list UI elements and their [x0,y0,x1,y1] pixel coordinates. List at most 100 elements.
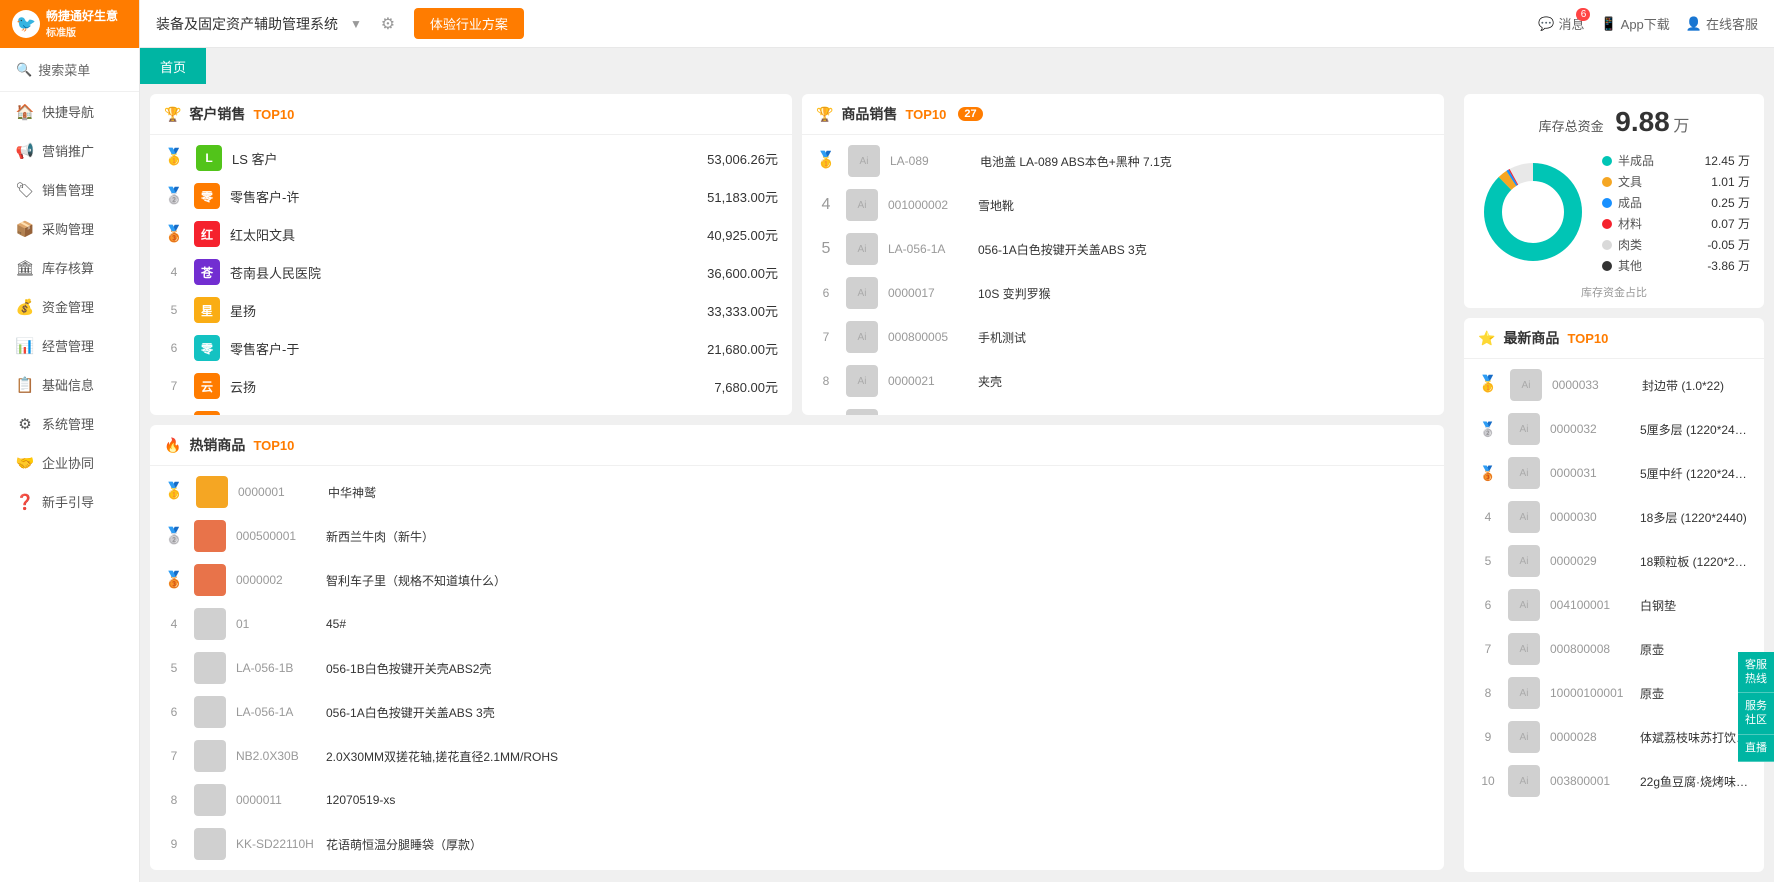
customer-value-7: 7,680.00元 [714,377,778,396]
app-download-label: App下载 [1621,14,1670,33]
customer-name-4: 苍南县人民医院 [230,263,697,282]
hot-thumb-2 [194,520,226,552]
prod-medal-1: 🥇 [816,150,838,172]
prod-thumb-5: Ai [846,321,878,353]
new-thumb-6: Ai [1508,589,1540,621]
new-thumb-4: Ai [1508,501,1540,533]
sidebar-item-sales[interactable]: 🏷 销售管理 [0,170,139,209]
new-num-4: 4 [1478,507,1498,527]
float-btn-live[interactable]: 直播 [1738,735,1774,762]
prod-thumb-2: Ai [846,189,878,221]
customer-avatar-5: 星 [194,297,220,323]
trophy-icon: 🏆 [164,106,181,123]
new-medal-2: 🥈 [1478,419,1498,439]
new-thumb-8: Ai [1508,677,1540,709]
inventory-chart-label: 库存资金占比 [1464,284,1764,308]
new-code-7: 000800008 [1550,642,1630,656]
sidebar-item-system[interactable]: ⚙ 系统管理 [0,404,139,443]
legend-dot-3 [1602,219,1612,229]
basic-icon: 📋 [16,376,34,394]
app-download-item[interactable]: 📱 App下载 [1600,14,1669,33]
customer-avatar-2: 零 [194,183,220,209]
float-btn-community[interactable]: 服务社区 [1738,693,1774,735]
customer-name-8: 肖总 [230,415,704,416]
new-name-4: 18多层 (1220*2440) [1640,509,1750,526]
legend-val-5: -3.86 万 [1707,257,1750,274]
customer-rank-item-8: 8 肖 肖总 7,563.00元 [150,405,792,415]
donut-chart [1478,157,1588,270]
hot-num-5: 5 [164,658,184,678]
settings-icon[interactable]: ⚙ [374,10,402,38]
customer-rank-item-3: 🥉 红 红太阳文具 40,925.00元 [150,215,792,253]
rank-medal-3: 🥉 [164,224,184,244]
content-area: 🏆 客户销售 TOP10 🥇 L LS 客户 53,006.26元 [140,84,1774,882]
new-code-5: 0000029 [1550,554,1630,568]
new-thumb-9: Ai [1508,721,1540,753]
legend-dot-4 [1602,240,1612,250]
sidebar-item-guide[interactable]: ❓ 新手引导 [0,482,139,521]
sidebar-item-quick-nav[interactable]: 🏠 快捷导航 [0,92,139,131]
hot-item-9: 9 KK-SD22110H 花语萌恒温分腿睡袋（厚款） [150,822,1444,866]
product-rank-item-2: 4 Ai 001000002 雪地靴 [802,183,1444,227]
customer-value-3: 40,925.00元 [707,225,778,244]
trial-button[interactable]: 体验行业方案 [414,8,524,39]
legend-name-0: 半成品 [1618,152,1699,169]
prod-code-5: 000800005 [888,330,968,344]
customer-top10-label: TOP10 [253,107,294,122]
hot-code-8: 0000011 [236,793,316,807]
rank-num-8: 8 [164,414,184,415]
rank-num-7: 7 [164,376,184,396]
sidebar-item-finance[interactable]: 💰 资金管理 [0,287,139,326]
prod-code-3: LA-056-1A [888,242,968,256]
new-code-4: 0000030 [1550,510,1630,524]
hot-code-2: 000500001 [236,529,316,543]
prod-desc-6: 夹壳 [978,373,1430,390]
nav-label-guide: 新手引导 [42,492,94,511]
new-item-7: 7 Ai 000800008 原壶 [1464,627,1764,671]
prod-medal-3: 5 [816,239,836,259]
rank-num-5: 5 [164,300,184,320]
hot-medal-3: 🥉 [164,570,184,590]
hot-code-3: 0000002 [236,573,316,587]
legend-item-5: 其他 -3.86 万 [1602,257,1750,274]
nav-label-system: 系统管理 [42,414,94,433]
hot-code-4: 01 [236,617,316,631]
new-num-8: 8 [1478,683,1498,703]
title-dropdown-icon[interactable]: ▼ [350,17,362,31]
hot-thumb-1 [196,476,228,508]
sidebar-item-cooperation[interactable]: 🤝 企业协同 [0,443,139,482]
sidebar-item-purchase[interactable]: 📦 采购管理 [0,209,139,248]
product-sales-header: 🏆 商品销售 TOP10 27 [802,94,1444,134]
hot-num-8: 8 [164,790,184,810]
new-thumb-10: Ai [1508,765,1540,797]
online-service-item[interactable]: 👤 在线客服 [1686,14,1758,33]
customer-value-4: 36,600.00元 [707,263,778,282]
sidebar-item-inventory[interactable]: 🏛 库存核算 [0,248,139,287]
search-menu-area[interactable]: 🔍 搜索菜单 [0,48,139,92]
sidebar-item-marketing[interactable]: 📢 营销推广 [0,131,139,170]
new-thumb-7: Ai [1508,633,1540,665]
search-menu-button[interactable]: 🔍 搜索菜单 [10,56,129,83]
hot-medal-2: 🥈 [164,526,184,546]
float-btn-service[interactable]: 客服热线 [1738,652,1774,694]
customer-value-1: 53,006.26元 [707,149,778,168]
prod-thumb-3: Ai [846,233,878,265]
prod-code-6: 0000021 [888,374,968,388]
product-rank-item-3: 5 Ai LA-056-1A 056-1A白色按键开关盖ABS 3克 [802,227,1444,271]
app-edition: 标准版 [46,24,118,39]
hot-item-6: 6 LA-056-1A 056-1A白色按键开关盖ABS 3壳 [150,690,1444,734]
new-code-3: 0000031 [1550,466,1630,480]
legend-item-2: 成品 0.25 万 [1602,194,1750,211]
search-icon: 🔍 [16,62,32,78]
sidebar-item-operation[interactable]: 📊 经营管理 [0,326,139,365]
new-thumb-5: Ai [1508,545,1540,577]
new-num-5: 5 [1478,551,1498,571]
new-item-5: 5 Ai 0000029 18颗粒板 (1220*2440) [1464,539,1764,583]
tab-home[interactable]: 首页 [140,48,206,84]
hot-item-3: 🥉 0000002 智利车子里（规格不知道填什么） [150,558,1444,602]
sidebar-item-basic[interactable]: 📋 基础信息 [0,365,139,404]
product-sales-title: 商品销售 [841,104,897,124]
message-item[interactable]: 💬 消息 6 [1538,14,1584,33]
customer-name-5: 星扬 [230,301,697,320]
nav-label-operation: 经营管理 [42,336,94,355]
